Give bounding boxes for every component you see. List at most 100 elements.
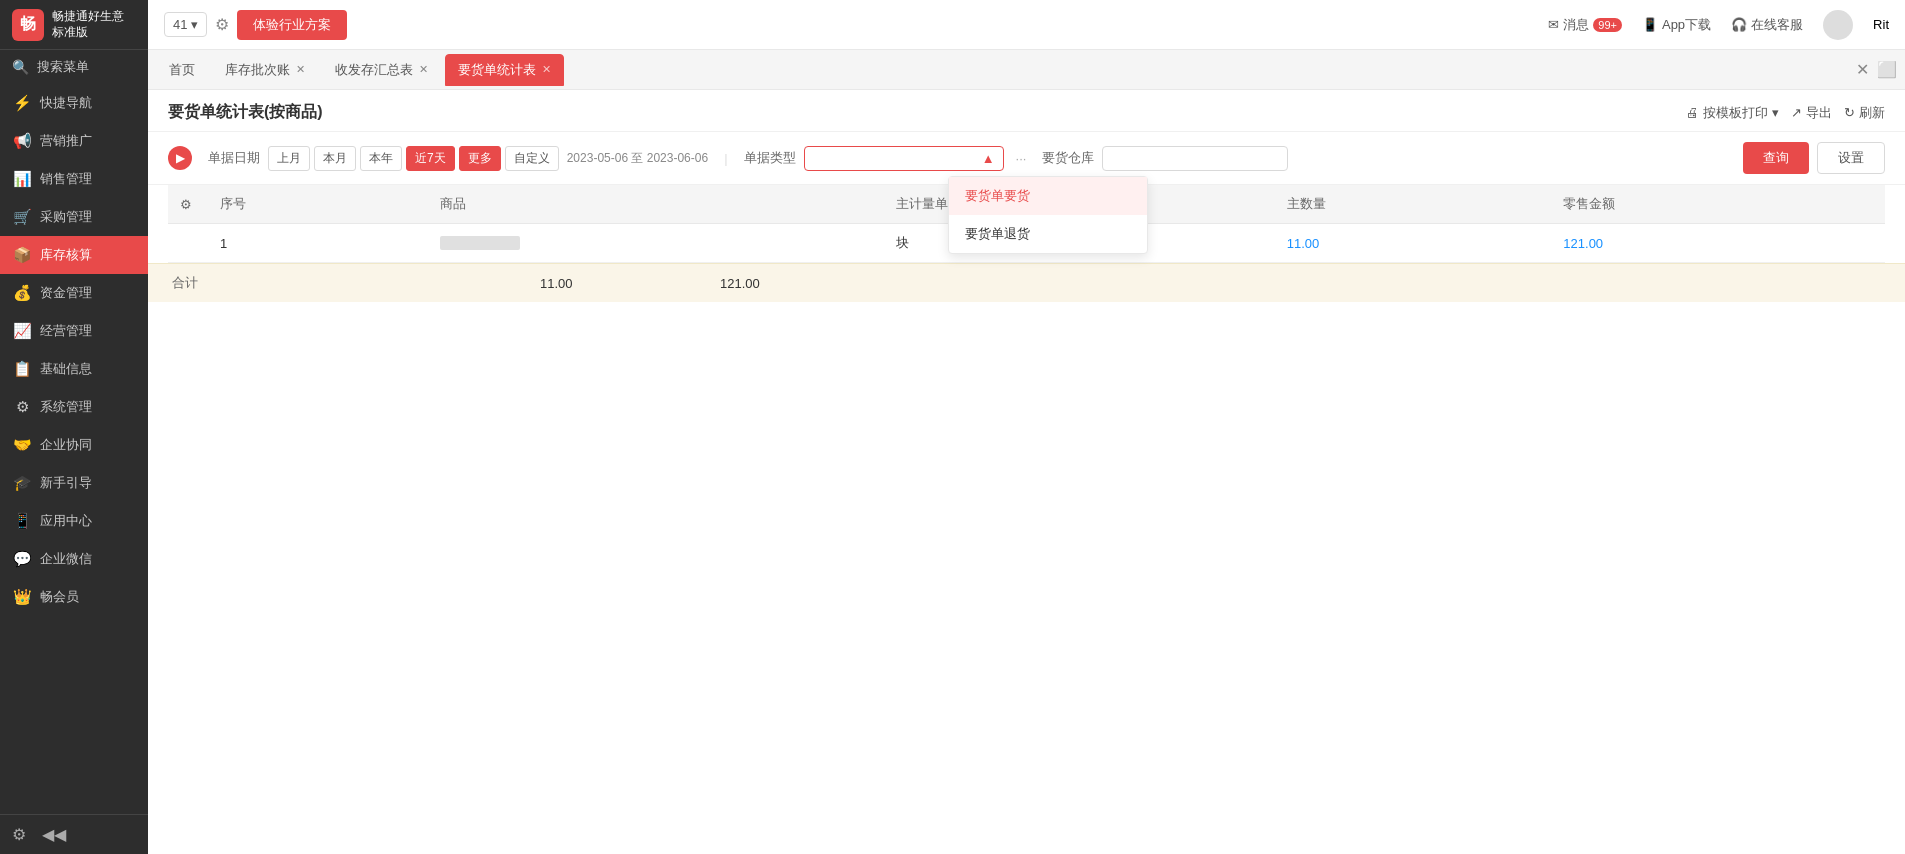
nav-label-app-center: 应用中心: [40, 512, 92, 530]
type-input[interactable]: [813, 151, 982, 166]
nav-icon-member: 👑: [12, 588, 32, 606]
dropdown-item-order-request[interactable]: 要货单要货: [949, 177, 1147, 215]
sidebar-item-inventory[interactable]: 📦库存核算: [0, 236, 148, 274]
nav-label-operation: 经营管理: [40, 322, 92, 340]
page-actions: 🖨 按模板打印 ▾ ↗ 导出 ↻ 刷新: [1686, 104, 1885, 122]
tab-close-inventory-batch[interactable]: ✕: [296, 63, 305, 76]
sidebar-item-sales[interactable]: 📊销售管理: [0, 160, 148, 198]
custom-date-btn[interactable]: 自定义: [505, 146, 559, 171]
filter-expand-button[interactable]: ▶: [168, 146, 192, 170]
refresh-button[interactable]: ↻ 刷新: [1844, 104, 1885, 122]
nav-icon-quick-nav: ⚡: [12, 94, 32, 112]
service-icon: 🎧: [1731, 17, 1747, 32]
sidebar-item-operation[interactable]: 📈经营管理: [0, 312, 148, 350]
export-button[interactable]: ↗ 导出: [1791, 104, 1832, 122]
nav-label-system: 系统管理: [40, 398, 92, 416]
warehouse-input[interactable]: [1111, 151, 1279, 166]
tab-close-collect-summary[interactable]: ✕: [419, 63, 428, 76]
sidebar-item-finance[interactable]: 💰资金管理: [0, 274, 148, 312]
this-month-btn[interactable]: 本月: [314, 146, 356, 171]
page-header: 要货单统计表(按商品) 🖨 按模板打印 ▾ ↗ 导出 ↻ 刷新: [148, 90, 1905, 132]
separator: |: [724, 151, 727, 166]
tab-label-collect-summary: 收发存汇总表: [335, 61, 413, 79]
collapse-icon[interactable]: ◀◀: [42, 825, 66, 844]
online-service-label: 在线客服: [1751, 16, 1803, 34]
quantity-link[interactable]: 11.00: [1287, 236, 1320, 251]
company-selector[interactable]: 41 ▾: [164, 12, 207, 37]
sidebar-item-purchase[interactable]: 🛒采购管理: [0, 198, 148, 236]
table-footer: 合计 11.00 121.00: [148, 263, 1905, 302]
app-logo: 畅: [12, 9, 44, 41]
dropdown-item-order-return[interactable]: 要货单退货: [949, 215, 1147, 253]
chevron-down-icon: ▾: [191, 17, 198, 32]
app-download-item[interactable]: 📱 App下载: [1642, 16, 1711, 34]
sidebar-item-basic[interactable]: 📋基础信息: [0, 350, 148, 388]
restore-icon[interactable]: ⬜: [1877, 60, 1897, 79]
sidebar-item-system[interactable]: ⚙系统管理: [0, 388, 148, 426]
type-input-wrapper[interactable]: ▲: [804, 146, 1004, 171]
sidebar-item-wechat[interactable]: 💬企业微信: [0, 540, 148, 578]
table-settings-icon[interactable]: ⚙: [180, 197, 192, 212]
amount-link[interactable]: 121.00: [1563, 236, 1603, 251]
app-title: 畅捷通好生意 标准版: [52, 9, 124, 40]
this-year-btn[interactable]: 本年: [360, 146, 402, 171]
footer-amount: 121.00: [720, 276, 840, 291]
settings-icon[interactable]: ⚙: [12, 825, 26, 844]
settings-gear-icon[interactable]: ⚙: [215, 15, 229, 34]
settings-column-header: ⚙: [168, 185, 208, 224]
page-title: 要货单统计表(按商品): [168, 102, 323, 123]
sidebar-item-app-center[interactable]: 📱 应用中心: [0, 502, 148, 540]
nav-label-basic: 基础信息: [40, 360, 92, 378]
type-chevron-up-icon[interactable]: ▲: [982, 151, 995, 166]
sidebar-item-quick-nav[interactable]: ⚡ 快捷导航: [0, 84, 148, 122]
sidebar-item-member[interactable]: 👑 畅会员: [0, 578, 148, 616]
nav-label-finance: 资金管理: [40, 284, 92, 302]
row-amount: 121.00: [1551, 224, 1885, 263]
last-month-btn[interactable]: 上月: [268, 146, 310, 171]
warehouse-input-wrapper[interactable]: [1102, 146, 1288, 171]
footer-quantity: 11.00: [540, 276, 660, 291]
nav-label-wechat: 企业微信: [40, 550, 92, 568]
nav-label-newbie: 新手引导: [40, 474, 92, 492]
tab-inventory-batch[interactable]: 库存批次账✕: [212, 54, 318, 86]
settings-button[interactable]: 设置: [1817, 142, 1885, 174]
sidebar-nav: ⚡ 快捷导航 📢营销推广📊销售管理🛒采购管理📦库存核算💰资金管理📈经营管理📋基础信息…: [0, 84, 148, 814]
trial-button[interactable]: 体验行业方案: [237, 10, 347, 40]
tab-home[interactable]: 首页: [156, 54, 208, 86]
tab-collect-summary[interactable]: 收发存汇总表 ✕: [322, 54, 441, 86]
row-index: 1: [208, 224, 428, 263]
print-button[interactable]: 🖨 按模板打印 ▾: [1686, 104, 1779, 122]
tab-close-order-summary[interactable]: ✕: [542, 63, 551, 76]
dropdown-overlay: 要货单要货要货单退货: [948, 176, 1148, 254]
selector-value: 41: [173, 17, 187, 32]
query-button[interactable]: 查询: [1743, 142, 1809, 174]
search-icon: 🔍: [12, 59, 29, 75]
page-content: 要货单统计表(按商品) 🖨 按模板打印 ▾ ↗ 导出 ↻ 刷新 ▶: [148, 90, 1905, 854]
nav-label-member: 畅会员: [40, 588, 79, 606]
more-btn[interactable]: 更多: [459, 146, 501, 171]
warehouse-filter-group: 要货仓库: [1042, 146, 1288, 171]
sidebar-search[interactable]: 🔍 搜索菜单: [0, 50, 148, 84]
print-chevron-icon: ▾: [1772, 105, 1779, 120]
sidebar-item-enterprise[interactable]: 🤝企业协同: [0, 426, 148, 464]
topbar-right: ✉ 消息 99+ 📱 App下载 🎧 在线客服 Rit: [1548, 10, 1889, 40]
message-item[interactable]: ✉ 消息 99+: [1548, 16, 1622, 34]
print-icon: 🖨: [1686, 105, 1699, 120]
nav-label-purchase: 采购管理: [40, 208, 92, 226]
filter-more-icon[interactable]: ···: [1016, 151, 1027, 166]
nav-icon-app-center: 📱: [12, 512, 32, 530]
last-7days-btn[interactable]: 近7天: [406, 146, 455, 171]
nav-label-quick-nav: 快捷导航: [40, 94, 92, 112]
row-product: [428, 224, 885, 263]
footer-label: 合计: [160, 274, 380, 292]
filter-bar: ▶ 单据日期 上月 本月 本年 近7天 更多 自定义 2023-05-06 至 …: [148, 132, 1905, 185]
col-index: 序号: [208, 185, 428, 224]
warehouse-label: 要货仓库: [1042, 149, 1094, 167]
sidebar-item-marketing[interactable]: 📢营销推广: [0, 122, 148, 160]
avatar[interactable]: [1823, 10, 1853, 40]
tabs-right-actions: ✕ ⬜: [1856, 60, 1897, 79]
tab-order-summary[interactable]: 要货单统计表✕: [445, 54, 564, 86]
close-all-icon[interactable]: ✕: [1856, 60, 1869, 79]
sidebar-item-newbie[interactable]: 🎓新手引导: [0, 464, 148, 502]
online-service-item[interactable]: 🎧 在线客服: [1731, 16, 1803, 34]
